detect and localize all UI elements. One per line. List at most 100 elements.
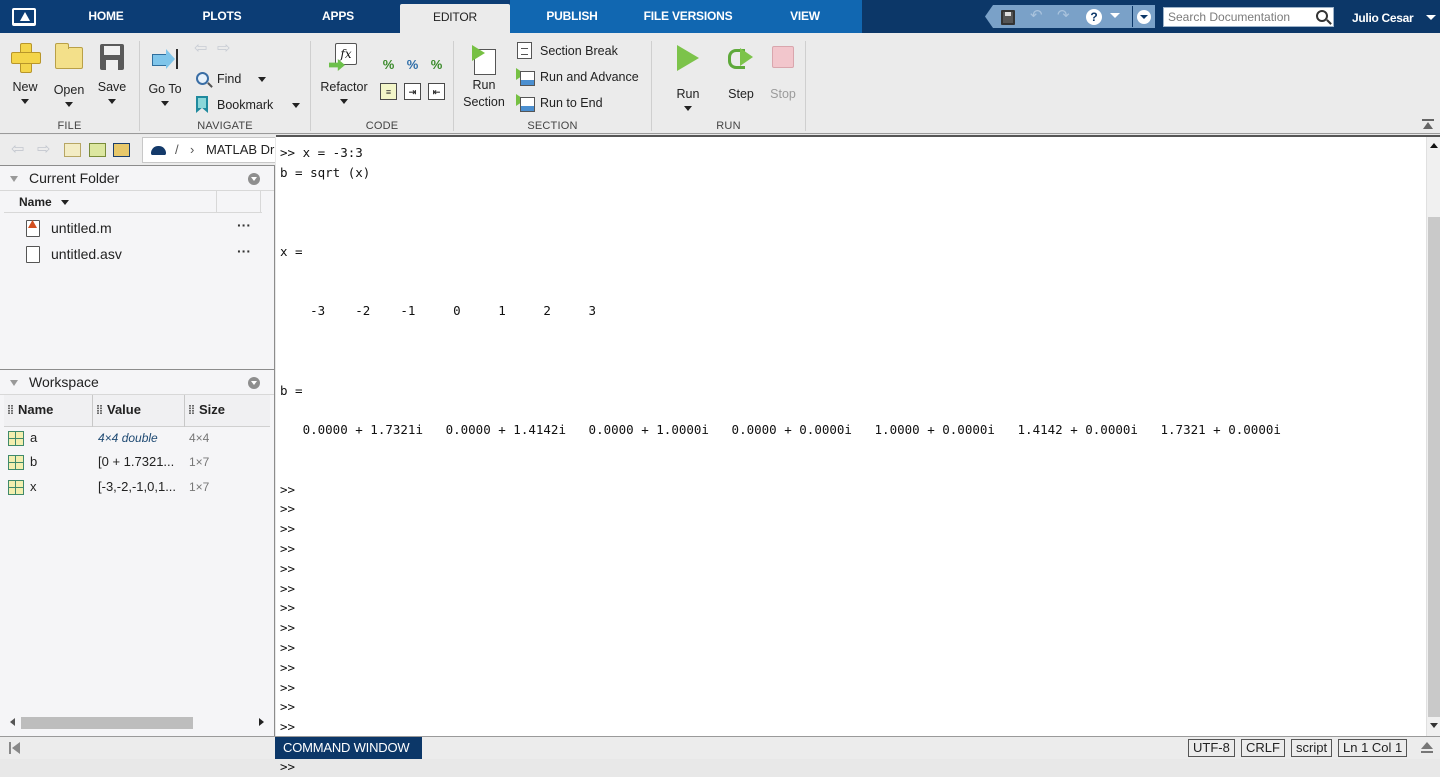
command-window-vertical-scrollbar[interactable] [1426, 137, 1440, 736]
matlab-logo-icon[interactable] [12, 8, 36, 26]
address-bar[interactable]: / › MATLAB Drive [142, 137, 275, 163]
file-row-untitled-m[interactable]: untitled.m ··· [4, 215, 262, 241]
tab-home[interactable]: HOME [58, 0, 154, 33]
help-dropdown-icon[interactable] [1110, 13, 1120, 18]
find-dropdown-icon[interactable] [258, 77, 266, 82]
open-button[interactable]: Open [48, 43, 90, 107]
search-icon[interactable] [1316, 10, 1328, 22]
tab-view[interactable]: VIEW [770, 0, 840, 33]
forward-icon[interactable]: ⇨ [37, 142, 54, 158]
more-actions-icon[interactable]: ··· [237, 212, 251, 238]
scroll-down-icon[interactable] [1430, 723, 1438, 728]
save-button[interactable]: Save [92, 44, 132, 104]
tab-publish[interactable]: PUBLISH [524, 0, 620, 33]
column-divider[interactable] [260, 191, 261, 213]
file-row-untitled-asv[interactable]: untitled.asv ··· [4, 241, 262, 267]
column-grip-icon[interactable]: ⁞⁞ [96, 395, 103, 425]
address-root[interactable]: / [175, 138, 179, 162]
command-window-output[interactable]: >> x = -3:3 b = sqrt (x) x = -3 -2 -1 0 … [280, 143, 1281, 777]
comment-icon[interactable]: % [380, 56, 397, 73]
forward-arrow-icon[interactable]: ⇨ [217, 41, 233, 57]
undo-icon[interactable]: ↶ [1030, 7, 1043, 25]
panel-options-icon[interactable] [248, 377, 260, 389]
line-ending-indicator[interactable]: CRLF [1241, 739, 1285, 757]
column-divider[interactable] [184, 395, 185, 427]
redo-icon[interactable]: ↷ [1057, 7, 1070, 25]
column-size[interactable]: Size [199, 395, 225, 425]
column-divider[interactable] [92, 395, 93, 427]
tab-file-versions[interactable]: FILE VERSIONS [638, 0, 738, 33]
tab-editor[interactable]: EDITOR [400, 4, 510, 33]
encoding-indicator[interactable]: UTF-8 [1188, 739, 1235, 757]
refactor-button[interactable]: fx Refactor [316, 43, 372, 104]
section-break-button[interactable]: Section Break [540, 42, 618, 60]
collapse-toolstrip-icon[interactable] [1422, 119, 1434, 129]
scroll-up-icon[interactable] [1430, 143, 1438, 148]
refactor-label: Refactor [320, 80, 368, 94]
column-divider[interactable] [216, 191, 217, 213]
column-value[interactable]: Value [107, 395, 141, 425]
bookmark-dropdown-icon[interactable] [292, 103, 300, 108]
tab-apps[interactable]: APPS [290, 0, 386, 33]
run-button[interactable]: Run [666, 45, 710, 111]
more-actions-icon[interactable]: ··· [237, 238, 251, 264]
matrix-variable-icon [8, 480, 24, 495]
scroll-right-icon[interactable] [259, 718, 264, 726]
workspace-row-b[interactable]: b [0 + 1.7321... 1×7 [4, 450, 270, 474]
smart-indent-icon[interactable]: ≡ [380, 83, 397, 100]
step-button[interactable]: Step [720, 46, 762, 101]
current-folder-header[interactable]: Current Folder [0, 165, 274, 191]
uncomment-icon[interactable]: % [404, 56, 421, 73]
decrease-indent-icon[interactable]: ⇤ [428, 83, 445, 100]
column-name[interactable]: Name [18, 395, 53, 425]
tab-plots[interactable]: PLOTS [174, 0, 270, 33]
go-to-button[interactable]: Go To [144, 49, 186, 106]
file-type-indicator[interactable]: script [1291, 739, 1333, 757]
search-input[interactable] [1168, 9, 1308, 25]
panel-options-icon[interactable] [248, 173, 260, 185]
scroll-left-icon[interactable] [10, 718, 15, 726]
wrap-comments-icon[interactable]: % [428, 56, 445, 73]
scrollbar-thumb[interactable] [21, 717, 193, 729]
collapse-triangle-icon[interactable] [10, 176, 18, 182]
back-icon[interactable]: ⇦ [11, 142, 28, 158]
group-label-navigate: NAVIGATE [197, 120, 253, 132]
breadcrumb-matlab-drive[interactable]: MATLAB Drive [206, 138, 275, 162]
back-arrow-icon[interactable]: ⇦ [194, 41, 210, 57]
quick-access-customize-icon[interactable] [1137, 10, 1151, 24]
workspace-row-x[interactable]: x [-3,-2,-1,0,1... 1×7 [4, 475, 270, 499]
chevron-down-icon[interactable] [1426, 15, 1436, 20]
save-label: Save [97, 80, 127, 94]
bookmark-button[interactable]: Bookmark [217, 96, 273, 114]
up-one-level-icon[interactable] [64, 143, 81, 157]
save-icon[interactable] [1001, 10, 1015, 25]
find-folder-icon[interactable] [113, 143, 130, 157]
browse-folder-icon[interactable] [89, 143, 106, 157]
cursor-position-indicator[interactable]: Ln 1 Col 1 [1338, 739, 1408, 757]
command-window[interactable]: >> x = -3:3 b = sqrt (x) x = -3 -2 -1 0 … [276, 135, 1440, 774]
scrollbar-thumb[interactable] [1428, 217, 1440, 717]
workspace-horizontal-scrollbar[interactable] [4, 713, 270, 731]
toolstrip-tab-bar: HOME PLOTS APPS EDITOR PUBLISH FILE VERS… [0, 0, 1440, 33]
help-icon[interactable]: ? [1086, 9, 1102, 25]
sort-desc-icon[interactable] [61, 200, 69, 205]
column-name[interactable]: Name [19, 191, 52, 213]
command-window-tab[interactable]: COMMAND WINDOW [275, 737, 422, 759]
column-grip-icon[interactable]: ⁞⁞ [188, 395, 195, 425]
go-to-first-icon[interactable] [9, 742, 21, 754]
stop-button[interactable]: Stop [762, 46, 804, 101]
run-section-button[interactable]: Run Section [458, 45, 510, 111]
new-button[interactable]: New [4, 43, 46, 104]
workspace-header[interactable]: Workspace [0, 369, 274, 395]
find-button[interactable]: Find [217, 70, 241, 88]
collapse-triangle-icon[interactable] [10, 380, 18, 386]
left-panel: ⇦ ⇨ / › MATLAB Drive Current Folder Name… [0, 135, 275, 736]
variable-name: b [30, 454, 38, 469]
run-to-end-button[interactable]: Run to End [540, 94, 603, 112]
expand-status-icon[interactable] [1421, 742, 1433, 754]
run-and-advance-button[interactable]: Run and Advance [540, 68, 639, 86]
workspace-row-a[interactable]: a 4×4 double 4×4 [4, 426, 270, 450]
increase-indent-icon[interactable]: ⇥ [404, 83, 421, 100]
user-account-menu[interactable]: Julio Cesar [1352, 0, 1414, 33]
column-grip-icon[interactable]: ⁞⁞ [7, 395, 14, 425]
